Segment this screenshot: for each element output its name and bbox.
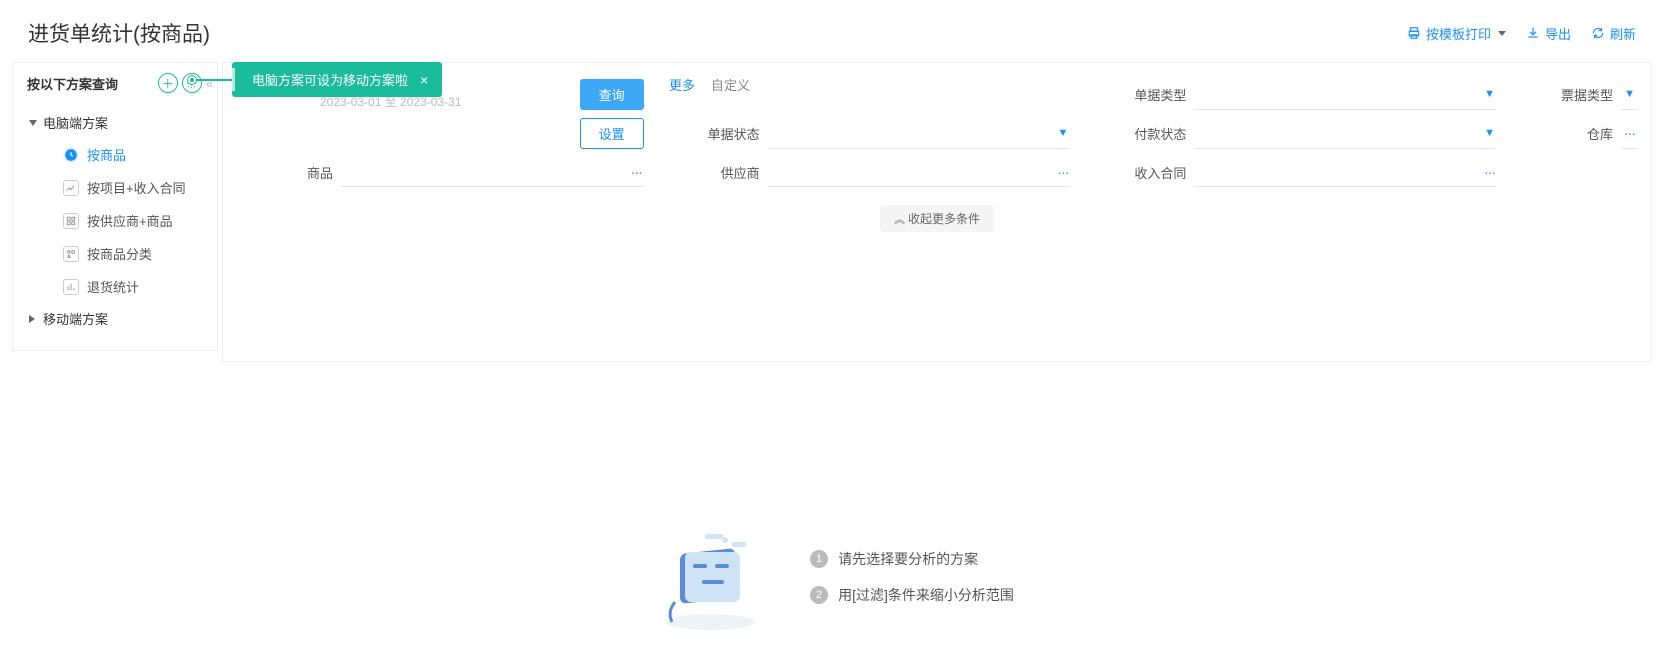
tree-group-pc[interactable]: 电脑端方案 xyxy=(13,107,217,138)
clock-icon xyxy=(63,147,79,163)
bill-status-select[interactable]: ▼ xyxy=(768,119,1071,149)
tree-item-by-category[interactable]: 按商品分类 xyxy=(13,237,217,270)
bill-type-label: 单据类型 xyxy=(1090,85,1186,104)
tree-item-return-stats[interactable]: 退货统计 xyxy=(13,270,217,303)
supplier-cell: 供应商 ··· xyxy=(664,157,1071,187)
bill-status-cell: 单据状态 ▼ xyxy=(664,119,1071,149)
empty-state: 1 请先选择要分析的方案 2 用[过滤]条件来缩小分析范围 xyxy=(0,362,1664,672)
empty-step-1: 1 请先选择要分析的方案 xyxy=(810,549,1014,569)
empty-steps: 1 请先选择要分析的方案 2 用[过滤]条件来缩小分析范围 xyxy=(810,549,1014,605)
tree-group-mobile[interactable]: 移动端方案 xyxy=(13,303,217,334)
supplier-select[interactable]: ··· xyxy=(768,157,1071,187)
date-preset-custom[interactable]: 自定义 xyxy=(711,75,750,94)
double-chevron-up-icon: ︽ xyxy=(894,211,902,227)
refresh-button[interactable]: 刷新 xyxy=(1591,24,1636,43)
tree-item-label: 按项目+收入合同 xyxy=(87,178,186,197)
bill-type-select[interactable]: ▼ xyxy=(1194,80,1497,110)
product-cell: 商品 ··· xyxy=(237,157,644,187)
header-actions: 按模板打印 导出 刷新 xyxy=(1407,24,1636,43)
collapse-label: 收起更多条件 xyxy=(908,210,980,227)
page-title: 进货单统计(按商品) xyxy=(28,18,210,48)
pay-status-select[interactable]: ▼ xyxy=(1194,119,1497,149)
refresh-icon xyxy=(1591,26,1605,40)
income-contract-cell: 收入合同 ··· xyxy=(1090,157,1497,187)
settings-button[interactable]: 设置 xyxy=(580,118,644,149)
tree-item-label: 按供应商+商品 xyxy=(87,211,173,230)
bill-status-label: 单据状态 xyxy=(664,124,760,143)
warehouse-label: 仓库 xyxy=(1517,124,1613,143)
export-icon xyxy=(1526,26,1540,40)
collapse-filters-button[interactable]: ︽ 收起更多条件 xyxy=(880,205,994,232)
print-by-template-button[interactable]: 按模板打印 xyxy=(1407,24,1506,43)
invoice-type-label: 票据类型 xyxy=(1517,85,1613,104)
scheme-tree: 电脑端方案 按商品 按项目+收入合同 xyxy=(13,103,217,338)
sidebar-title: 按以下方案查询 xyxy=(27,74,118,93)
bill-type-cell: 单据类型 ▼ xyxy=(1090,80,1497,110)
product-select[interactable]: ··· xyxy=(341,157,644,187)
refresh-label: 刷新 xyxy=(1610,24,1636,43)
print-label: 按模板打印 xyxy=(1426,24,1491,43)
collapse-bar: ︽ 收起更多条件 xyxy=(223,195,1651,246)
income-contract-label: 收入合同 xyxy=(1090,163,1186,182)
warehouse-cell: 仓库 ··· xyxy=(1517,119,1637,149)
pay-status-cell: 付款状态 ▼ xyxy=(1090,119,1497,149)
page-header: 进货单统计(按商品) 按模板打印 导出 刷新 xyxy=(0,0,1664,62)
tree-item-by-project-contract[interactable]: 按项目+收入合同 xyxy=(13,171,217,204)
query-button[interactable]: 查询 xyxy=(580,79,644,110)
invoice-type-cell: 票据类型 ▼ xyxy=(1517,80,1637,110)
step-number-2: 2 xyxy=(810,586,828,604)
date-filter-input[interactable] xyxy=(768,80,1071,110)
supplier-label: 供应商 xyxy=(664,163,760,182)
tree-group-pc-label: 电脑端方案 xyxy=(43,113,108,132)
step-1-text: 请先选择要分析的方案 xyxy=(838,549,978,569)
product-label: 商品 xyxy=(237,163,333,182)
tooltip-dot-icon xyxy=(188,76,196,84)
bar-chart-icon xyxy=(63,279,79,295)
chart-icon xyxy=(63,180,79,196)
invoice-type-select[interactable]: ▼ xyxy=(1621,80,1637,110)
add-scheme-button[interactable]: ＋ xyxy=(158,73,178,93)
tree-item-by-supplier-product[interactable]: 按供应商+商品 xyxy=(13,204,217,237)
income-contract-select[interactable]: ··· xyxy=(1194,157,1497,187)
tree-item-by-product[interactable]: 按商品 xyxy=(13,138,217,171)
tooltip-connector xyxy=(192,79,232,81)
tooltip-box: 电脑方案可设为移动方案啦 × xyxy=(232,62,442,97)
sidebar-header: 按以下方案查询 ＋ « xyxy=(13,63,217,103)
tree-item-label: 按商品分类 xyxy=(87,244,152,263)
tree-item-label: 按商品 xyxy=(87,145,126,164)
tree-item-label: 退货统计 xyxy=(87,277,139,296)
pay-status-label: 付款状态 xyxy=(1090,124,1186,143)
robot-illustration-icon xyxy=(650,522,770,632)
step-number-1: 1 xyxy=(810,550,828,568)
chevron-down-icon xyxy=(1498,31,1506,36)
query-scheme-sidebar: 按以下方案查询 ＋ « 电脑端方案 按商品 xyxy=(12,62,218,351)
filter-panel: 更多 自定义 2023-03-01 至 2023-03-31 单据类型 ▼ 票据… xyxy=(222,62,1652,362)
mobile-scheme-tooltip: 电脑方案可设为移动方案啦 × xyxy=(192,62,442,97)
printer-icon xyxy=(1407,26,1421,40)
export-button[interactable]: 导出 xyxy=(1526,24,1571,43)
grid-icon xyxy=(63,213,79,229)
empty-step-2: 2 用[过滤]条件来缩小分析范围 xyxy=(810,585,1014,605)
date-preset-row: 更多 自定义 xyxy=(669,75,750,94)
export-label: 导出 xyxy=(1545,24,1571,43)
tooltip-text: 电脑方案可设为移动方案啦 xyxy=(246,70,408,89)
category-icon xyxy=(63,246,79,262)
tooltip-close-button[interactable]: × xyxy=(420,72,428,88)
tree-group-mobile-label: 移动端方案 xyxy=(43,309,108,328)
warehouse-select[interactable]: ··· xyxy=(1621,119,1637,149)
date-preset-more[interactable]: 更多 xyxy=(669,75,695,94)
step-2-text: 用[过滤]条件来缩小分析范围 xyxy=(838,585,1014,605)
